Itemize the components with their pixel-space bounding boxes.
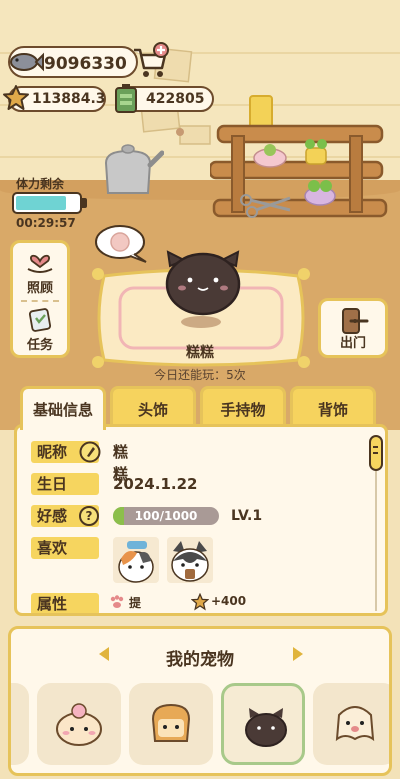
birthday-value: 2024.1.22 bbox=[113, 475, 198, 493]
liked-pet-husky[interactable] bbox=[167, 537, 213, 583]
star-currency-bar: 113884.3 bbox=[3, 85, 106, 112]
tab-headwear[interactable]: 头饰 bbox=[110, 386, 196, 426]
star-icon bbox=[3, 85, 29, 110]
stamina-bar-tip bbox=[82, 198, 87, 208]
help-icon[interactable]: ? bbox=[79, 506, 99, 526]
attribute-text: 提高评价 bbox=[129, 596, 142, 610]
wooden-shelf bbox=[210, 95, 388, 218]
thought-bubble bbox=[95, 225, 147, 263]
clipboard-icon bbox=[28, 308, 52, 332]
arrow-right-icon[interactable] bbox=[291, 645, 305, 663]
tab-backwear[interactable]: 背饰 bbox=[290, 386, 376, 426]
door-icon bbox=[342, 308, 369, 334]
care-button[interactable]: 照顾 bbox=[13, 245, 67, 300]
star-amount: 113884.3 bbox=[32, 91, 106, 107]
my-pets-title: 我的宠物 bbox=[166, 650, 234, 670]
watering-can-decoration bbox=[104, 144, 164, 194]
care-label: 照顾 bbox=[26, 281, 53, 296]
stamina-label: 体力剩余 bbox=[16, 177, 65, 191]
fish-amount: 9096330 bbox=[44, 54, 127, 74]
pet-card-ghost[interactable] bbox=[313, 683, 389, 765]
likes-key: 喜欢 bbox=[31, 537, 99, 559]
battery-currency-bar: 422805 bbox=[115, 84, 214, 113]
pet-card[interactable] bbox=[11, 683, 29, 765]
shopping-cart-icon[interactable] bbox=[130, 42, 170, 80]
paw-icon bbox=[110, 595, 124, 608]
pet-cat-gaogao[interactable] bbox=[160, 244, 246, 324]
pet-card-toast[interactable] bbox=[129, 683, 213, 765]
stamina-timer: 00:29:57 bbox=[16, 216, 76, 230]
birthday-key: 生日 bbox=[31, 473, 99, 495]
info-panel[interactable]: 昵称 糕糕 生日 2024.1.22 好感 ? 100/1000 LV.1 喜欢 bbox=[14, 424, 388, 616]
heart-hand-icon bbox=[27, 254, 53, 273]
liked-pet-calico[interactable] bbox=[113, 537, 159, 583]
favor-text: 100/1000 bbox=[134, 509, 198, 523]
tab-basic-info[interactable]: 基础信息 bbox=[20, 386, 106, 430]
favor-bar: 100/1000 bbox=[113, 507, 219, 525]
plays-left-text: 今日还能玩：5次 bbox=[154, 368, 246, 382]
pet-card-bun[interactable] bbox=[37, 683, 121, 765]
stamina-bar bbox=[12, 192, 82, 214]
edit-icon[interactable] bbox=[79, 441, 101, 463]
star-icon bbox=[191, 593, 209, 611]
pet-level: LV.1 bbox=[231, 508, 263, 524]
fish-icon bbox=[10, 52, 44, 72]
attribute-key: 属性 bbox=[31, 593, 99, 613]
battery-icon bbox=[115, 84, 137, 113]
tab-handheld[interactable]: 手持物 bbox=[200, 386, 286, 426]
scroll-track[interactable] bbox=[375, 471, 377, 611]
attribute-bonus: +400 bbox=[211, 594, 247, 608]
scroll-handle[interactable] bbox=[369, 435, 383, 471]
my-pets-panel: 我的宠物 bbox=[8, 626, 392, 776]
battery-amount: 422805 bbox=[146, 91, 205, 107]
pet-name: 糕糕 bbox=[186, 345, 214, 361]
pet-card-gaogao-selected[interactable] bbox=[221, 683, 305, 765]
stamina-fill bbox=[16, 196, 66, 210]
fish-currency-bar: 9096330 bbox=[8, 46, 138, 78]
side-menu-panel: 照顾 任务 bbox=[10, 240, 70, 358]
